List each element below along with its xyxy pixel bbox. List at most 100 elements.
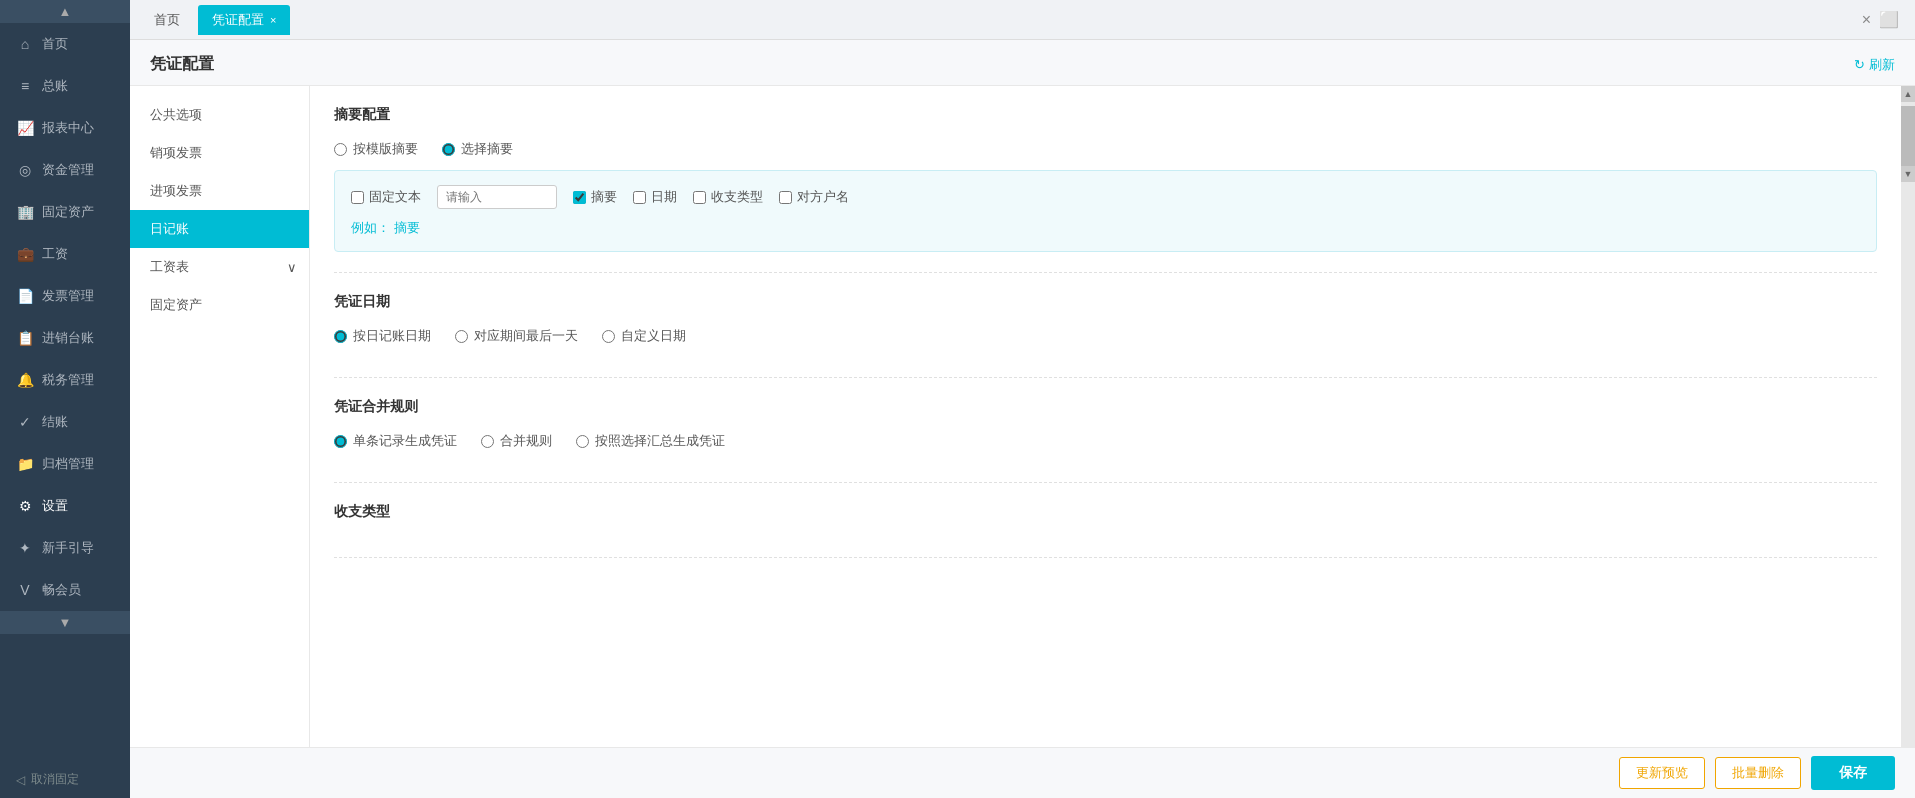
sidebar-item-assets[interactable]: 🏢 固定资产 [0,191,130,233]
scroll-thumb[interactable] [1901,106,1915,166]
page-title: 凭证配置 [150,54,214,75]
sidebar-item-settings[interactable]: ⚙ 设置 [0,485,130,527]
main-area: 首页 凭证配置 × × ⬜ 凭证配置 ↻ 刷新 公共选项 [130,0,1915,798]
merge-radio-rule[interactable]: 合并规则 [481,432,552,450]
cb-date[interactable]: 日期 [633,188,677,206]
date-radio-period-last[interactable]: 对应期间最后一天 [455,327,578,345]
sidebar-item-home[interactable]: ⌂ 首页 [0,23,130,65]
merge-section-title: 凭证合并规则 [334,398,1877,416]
summary-config-row: 固定文本 摘要 日期 [351,185,1860,209]
cb-counterpart-input[interactable] [779,191,792,204]
date-radio-group: 按日记账日期 对应期间最后一天 自定义日期 [334,327,1877,345]
sidebar-item-tax[interactable]: 🔔 税务管理 [0,359,130,401]
page-header: 凭证配置 ↻ 刷新 [130,40,1915,86]
cb-date-input[interactable] [633,191,646,204]
sidebar-item-funds[interactable]: ◎ 资金管理 [0,149,130,191]
sidebar-item-guide[interactable]: ✦ 新手引导 [0,527,130,569]
sidebar-item-payroll[interactable]: 💼 工资 [0,233,130,275]
summary-radio-group: 按模版摘要 选择摘要 [334,140,1877,158]
sidebar-label-tax: 税务管理 [42,371,94,389]
sidebar-item-settle[interactable]: ✓ 结账 [0,401,130,443]
summary-section-title: 摘要配置 [334,106,1877,124]
sidebar-label-assets: 固定资产 [42,203,94,221]
sidebar-scroll-up[interactable]: ▲ [0,0,130,23]
refresh-label: 刷新 [1869,56,1895,74]
sidebar-item-ledger[interactable]: ≡ 总账 [0,65,130,107]
settle-icon: ✓ [16,414,34,430]
save-button[interactable]: 保存 [1811,756,1895,790]
merge-section: 凭证合并规则 单条记录生成凭证 合并规则 按照选择汇总生成凭证 [334,398,1877,483]
cb-fixed-text[interactable]: 固定文本 [351,188,421,206]
merge-radio-single[interactable]: 单条记录生成凭证 [334,432,457,450]
sidebar-item-reports[interactable]: 📈 报表中心 [0,107,130,149]
tab-bar: 首页 凭证配置 × × ⬜ [130,0,1915,40]
pin-icon: ◁ [16,773,25,787]
sidebar-label-reports: 报表中心 [42,119,94,137]
nav-item-payroll-table[interactable]: 工资表 ∨ [130,248,309,286]
merge-radio-select[interactable]: 按照选择汇总生成凭证 [576,432,725,450]
guide-icon: ✦ [16,540,34,556]
summary-example: 例如： 摘要 [351,219,1860,237]
member-icon: V [16,582,34,598]
refresh-button[interactable]: ↻ 刷新 [1854,56,1895,74]
sidebar-label-archive: 归档管理 [42,455,94,473]
cb-counterpart[interactable]: 对方户名 [779,188,849,206]
nav-item-sales-invoice[interactable]: 销项发票 [130,134,309,172]
nav-item-public[interactable]: 公共选项 [130,96,309,134]
tab-close-icon[interactable]: × [270,14,276,26]
batch-delete-button[interactable]: 批量删除 [1715,757,1801,789]
summary-radio-select[interactable]: 选择摘要 [442,140,513,158]
scroll-up-button[interactable]: ▲ [1901,86,1915,102]
cb-summary-input[interactable] [573,191,586,204]
tab-home[interactable]: 首页 [140,5,194,35]
date-radio-custom[interactable]: 自定义日期 [602,327,686,345]
cancel-pin-button[interactable]: ◁ 取消固定 [0,761,130,798]
tab-voucher-config[interactable]: 凭证配置 × [198,5,290,35]
chevron-down-icon: ∨ [287,260,297,275]
summary-radio-select-input[interactable] [442,143,455,156]
nav-item-purchase-invoice[interactable]: 进项发票 [130,172,309,210]
content-area: 凭证配置 ↻ 刷新 公共选项 销项发票 进项发票 日记账 [130,40,1915,798]
cb-income-type[interactable]: 收支类型 [693,188,763,206]
scroll-down-button[interactable]: ▼ [1901,166,1915,182]
home-icon: ⌂ [16,36,34,52]
cb-summary[interactable]: 摘要 [573,188,617,206]
cb-income-type-input[interactable] [693,191,706,204]
reports-icon: 📈 [16,120,34,136]
sidebar-item-archive[interactable]: 📁 归档管理 [0,443,130,485]
sidebar-item-inout[interactable]: 📋 进销台账 [0,317,130,359]
outer-scrollbar: ▲ ▼ [1901,86,1915,747]
settings-icon: ⚙ [16,498,34,514]
merge-radio-select-input[interactable] [576,435,589,448]
date-radio-journal[interactable]: 按日记账日期 [334,327,431,345]
date-radio-journal-input[interactable] [334,330,347,343]
cb-fixed-text-input[interactable] [351,191,364,204]
window-maximize-button[interactable]: ⬜ [1879,10,1899,29]
sidebar-scroll-down[interactable]: ▼ [0,611,130,634]
bottom-bar: 更新预览 批量删除 保存 [130,747,1915,798]
left-nav: 公共选项 销项发票 进项发票 日记账 工资表 ∨ 固定资产 [130,86,310,747]
sidebar-label-inout: 进销台账 [42,329,94,347]
summary-radio-template[interactable]: 按模版摘要 [334,140,418,158]
update-preview-button[interactable]: 更新预览 [1619,757,1705,789]
summary-radio-template-input[interactable] [334,143,347,156]
sidebar: ▲ ⌂ 首页 ≡ 总账 📈 报表中心 ◎ 资金管理 🏢 固定资产 💼 工资 📄 … [0,0,130,798]
tab-home-label: 首页 [154,11,180,29]
income-type-section: 收支类型 [334,503,1877,558]
sidebar-label-funds: 资金管理 [42,161,94,179]
income-type-section-title: 收支类型 [334,503,1877,521]
sidebar-item-invoice-mgmt[interactable]: 📄 发票管理 [0,275,130,317]
date-radio-period-last-input[interactable] [455,330,468,343]
sidebar-label-member: 畅会员 [42,581,81,599]
merge-radio-rule-input[interactable] [481,435,494,448]
sidebar-item-member[interactable]: V 畅会员 [0,569,130,611]
sidebar-label-ledger: 总账 [42,77,68,95]
ledger-icon: ≡ [16,78,34,94]
nav-item-fixed-assets[interactable]: 固定资产 [130,286,309,324]
nav-item-journal[interactable]: 日记账 [130,210,309,248]
window-close-button[interactable]: × [1862,11,1871,29]
sidebar-label-settle: 结账 [42,413,68,431]
merge-radio-single-input[interactable] [334,435,347,448]
date-radio-custom-input[interactable] [602,330,615,343]
fixed-text-input[interactable] [437,185,557,209]
